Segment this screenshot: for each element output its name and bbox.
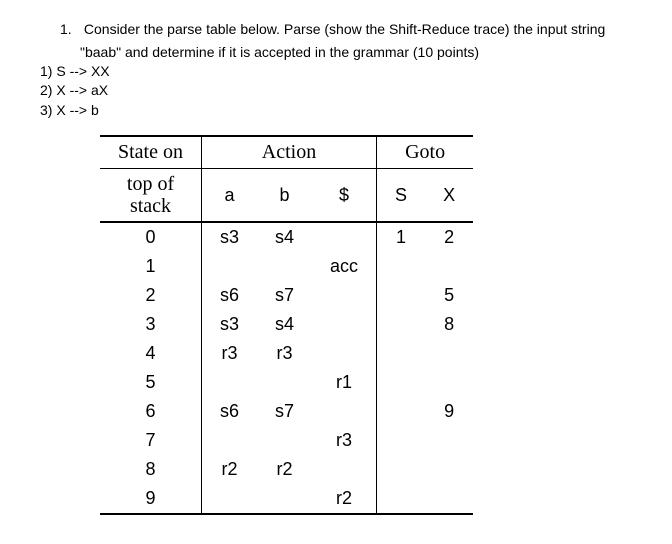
cell-d <box>312 339 377 368</box>
cell-a <box>202 484 258 514</box>
cell-a: r3 <box>202 339 258 368</box>
state-cell: 7 <box>100 426 202 455</box>
cell-X: 9 <box>425 397 473 426</box>
cell-b: r3 <box>257 339 312 368</box>
cell-b <box>257 484 312 514</box>
table-row: 2 s6 s7 5 <box>100 281 473 310</box>
cell-S <box>377 397 426 426</box>
cell-S <box>377 368 426 397</box>
question-line2: "baab" and determine if it is accepted i… <box>80 44 632 60</box>
action-header: Action <box>202 136 377 169</box>
question-text: 1. Consider the parse table below. Parse… <box>60 20 632 40</box>
cell-b: s4 <box>257 310 312 339</box>
goto-header: Goto <box>377 136 474 169</box>
state-header-l3: stack <box>118 195 183 217</box>
cell-X <box>425 368 473 397</box>
state-cell: 1 <box>100 252 202 281</box>
cell-X: 2 <box>425 222 473 252</box>
cell-S <box>377 281 426 310</box>
col-S: S <box>377 169 426 223</box>
grammar-rules: 1) S --> XX 2) X --> aX 3) X --> b <box>40 62 632 121</box>
state-cell: 8 <box>100 455 202 484</box>
cell-b <box>257 426 312 455</box>
cell-d: r3 <box>312 426 377 455</box>
cell-a: s3 <box>202 222 258 252</box>
grammar-rule-1: 1) S --> XX <box>40 62 632 82</box>
state-cell: 6 <box>100 397 202 426</box>
cell-S <box>377 426 426 455</box>
table-row: 7 r3 <box>100 426 473 455</box>
state-cell: 2 <box>100 281 202 310</box>
cell-X <box>425 484 473 514</box>
cell-a <box>202 252 258 281</box>
cell-a: r2 <box>202 455 258 484</box>
state-cell: 4 <box>100 339 202 368</box>
cell-S <box>377 310 426 339</box>
state-header-l2: top of <box>118 173 183 195</box>
question-line1: Consider the parse table below. Parse (s… <box>84 21 605 37</box>
table-row: 6 s6 s7 9 <box>100 397 473 426</box>
cell-X <box>425 455 473 484</box>
cell-S <box>377 484 426 514</box>
cell-X <box>425 426 473 455</box>
cell-b: s4 <box>257 222 312 252</box>
table-row: 9 r2 <box>100 484 473 514</box>
cell-b: s7 <box>257 281 312 310</box>
table-row: 8 r2 r2 <box>100 455 473 484</box>
col-b: b <box>257 169 312 223</box>
cell-d <box>312 455 377 484</box>
state-header-rest: top of stack <box>100 169 202 223</box>
table-row: 4 r3 r3 <box>100 339 473 368</box>
cell-X <box>425 252 473 281</box>
table-row: 3 s3 s4 8 <box>100 310 473 339</box>
cell-b <box>257 252 312 281</box>
state-cell: 5 <box>100 368 202 397</box>
col-dollar: $ <box>312 169 377 223</box>
parse-table: State on Action Goto top of stack a b $ … <box>100 135 473 515</box>
cell-X <box>425 339 473 368</box>
grammar-rule-3: 3) X --> b <box>40 101 632 121</box>
cell-b <box>257 368 312 397</box>
cell-d <box>312 397 377 426</box>
cell-d <box>312 310 377 339</box>
col-X: X <box>425 169 473 223</box>
table-row: 0 s3 s4 1 2 <box>100 222 473 252</box>
question-number: 1. <box>60 20 80 40</box>
cell-S <box>377 339 426 368</box>
cell-a <box>202 426 258 455</box>
cell-d: acc <box>312 252 377 281</box>
cell-S <box>377 252 426 281</box>
cell-d: r2 <box>312 484 377 514</box>
grammar-rule-2: 2) X --> aX <box>40 81 632 101</box>
state-cell: 3 <box>100 310 202 339</box>
cell-a: s3 <box>202 310 258 339</box>
col-a: a <box>202 169 258 223</box>
state-header-l1: State on <box>100 136 202 169</box>
table-row: 5 r1 <box>100 368 473 397</box>
cell-d: r1 <box>312 368 377 397</box>
cell-b: r2 <box>257 455 312 484</box>
state-cell: 9 <box>100 484 202 514</box>
cell-a: s6 <box>202 397 258 426</box>
cell-S <box>377 455 426 484</box>
cell-S: 1 <box>377 222 426 252</box>
cell-d <box>312 222 377 252</box>
cell-X: 5 <box>425 281 473 310</box>
table-row: 1 acc <box>100 252 473 281</box>
state-cell: 0 <box>100 222 202 252</box>
cell-d <box>312 281 377 310</box>
cell-b: s7 <box>257 397 312 426</box>
cell-X: 8 <box>425 310 473 339</box>
cell-a: s6 <box>202 281 258 310</box>
cell-a <box>202 368 258 397</box>
